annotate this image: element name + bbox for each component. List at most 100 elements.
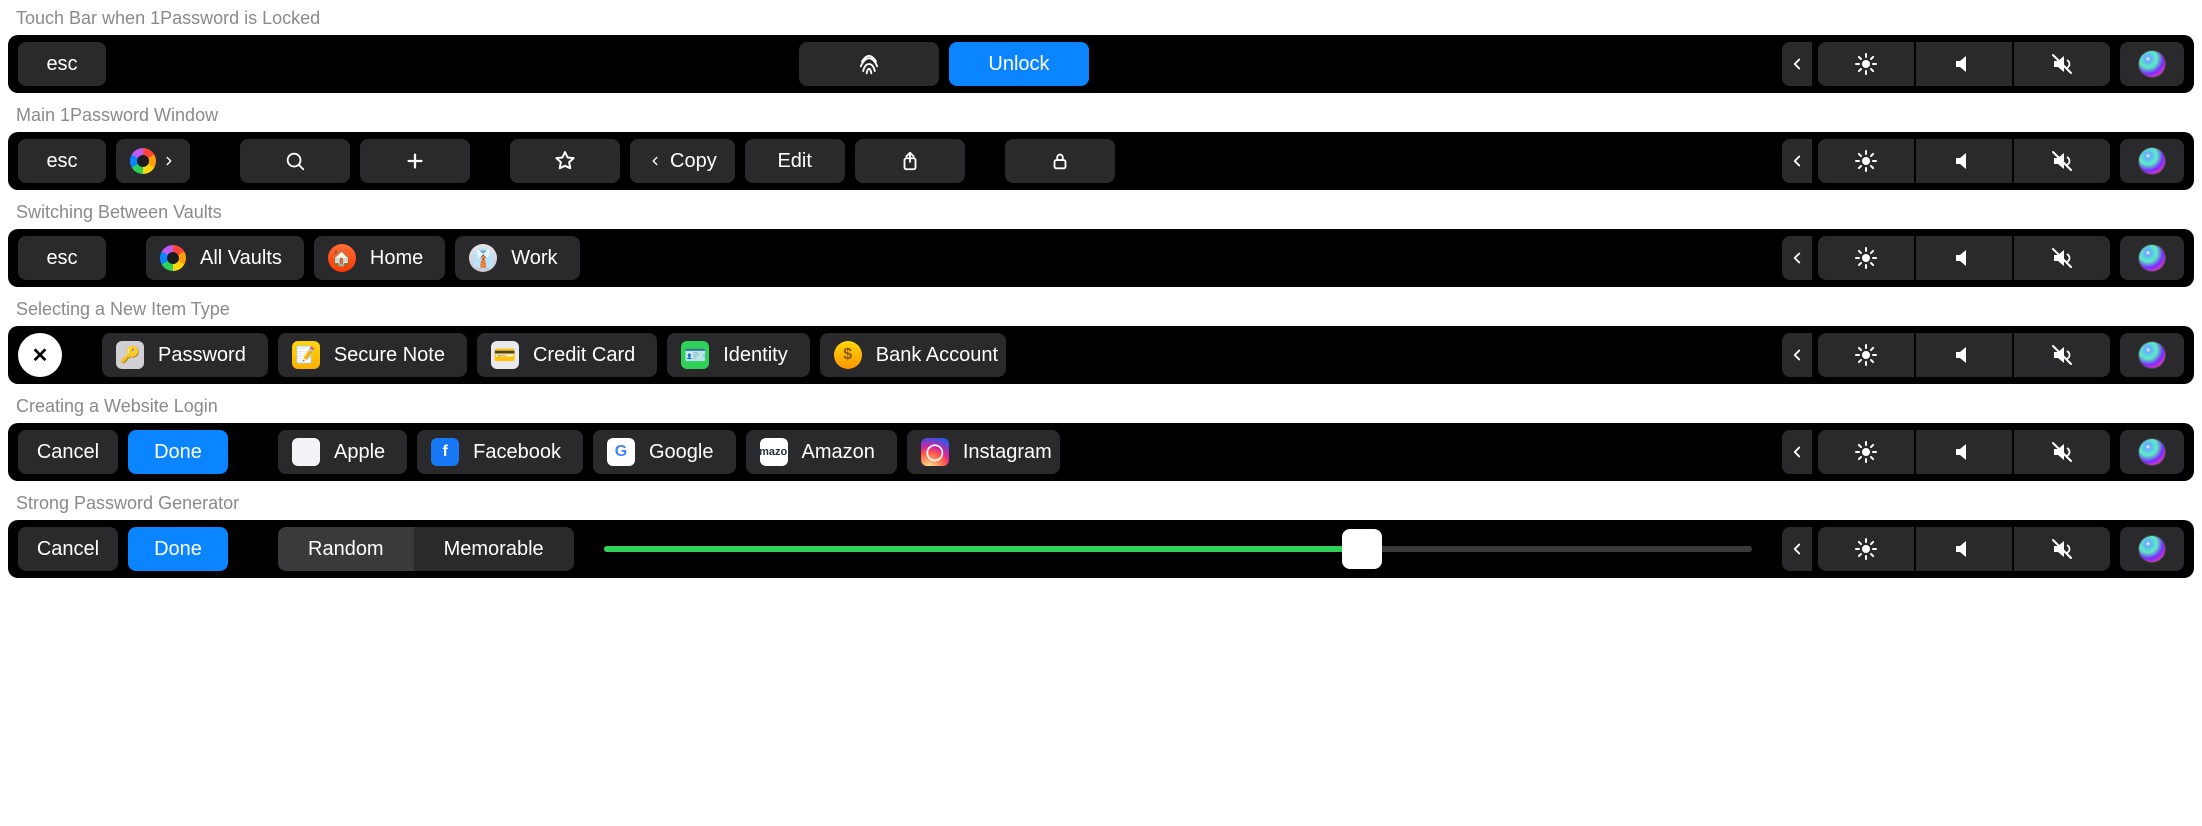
control-strip	[1782, 139, 2184, 183]
vault-all[interactable]: All Vaults	[146, 236, 304, 280]
google-icon: G	[607, 438, 635, 466]
brightness-button[interactable]	[1818, 42, 1914, 86]
newitem-identity[interactable]: 🪪 Identity	[667, 333, 809, 377]
control-strip-expand[interactable]	[1782, 236, 1812, 280]
siri-icon	[2139, 51, 2165, 77]
login-amazon[interactable]: amazon Amazon	[746, 430, 897, 474]
search-icon	[284, 150, 306, 172]
brightness-button[interactable]	[1818, 236, 1914, 280]
done-button[interactable]: Done	[128, 430, 228, 474]
vault-icon	[130, 148, 156, 174]
cancel-button[interactable]: Cancel	[18, 430, 118, 474]
volume-button[interactable]	[1916, 430, 2012, 474]
search-button[interactable]	[240, 139, 350, 183]
control-strip-expand[interactable]	[1782, 42, 1812, 86]
login-google[interactable]: G Google	[593, 430, 736, 474]
cancel-button[interactable]: Cancel	[18, 527, 118, 571]
vault-label: All Vaults	[200, 247, 282, 270]
brightness-button[interactable]	[1818, 333, 1914, 377]
siri-button[interactable]	[2120, 333, 2184, 377]
touchbar-locked: esc Unlock	[8, 35, 2194, 93]
slider-fill	[604, 546, 1362, 552]
note-icon: 📝	[292, 341, 320, 369]
vault-home[interactable]: 🏠 Home	[314, 236, 445, 280]
mute-button[interactable]	[2014, 430, 2110, 474]
touchid-button[interactable]	[799, 42, 939, 86]
volume-button[interactable]	[1916, 236, 2012, 280]
item-label: Identity	[723, 344, 787, 367]
newitem-creditcard[interactable]: 💳 Credit Card	[477, 333, 657, 377]
chevron-left-icon	[648, 154, 662, 168]
siri-icon	[2139, 245, 2165, 271]
favorite-button[interactable]	[510, 139, 620, 183]
brightness-button[interactable]	[1818, 139, 1914, 183]
esc-button[interactable]: esc	[18, 236, 106, 280]
login-instagram[interactable]: ◯ Instagram	[907, 430, 1060, 474]
login-facebook[interactable]: f Facebook	[417, 430, 583, 474]
star-icon	[553, 149, 577, 173]
edit-button[interactable]: Edit	[745, 139, 845, 183]
bank-icon: $	[834, 341, 862, 369]
control-strip	[1782, 527, 2184, 571]
site-label: Amazon	[802, 441, 875, 464]
brightness-button[interactable]	[1818, 527, 1914, 571]
newitem-securenote[interactable]: 📝 Secure Note	[278, 333, 467, 377]
section-label-login: Creating a Website Login	[0, 388, 2202, 423]
item-label: Credit Card	[533, 344, 635, 367]
slider-thumb[interactable]	[1342, 529, 1382, 569]
login-apple[interactable]: Apple	[278, 430, 407, 474]
mute-button[interactable]	[2014, 42, 2110, 86]
siri-button[interactable]	[2120, 139, 2184, 183]
amazon-icon: amazon	[760, 438, 788, 466]
share-icon	[899, 150, 921, 172]
site-label: Apple	[334, 441, 385, 464]
apple-icon	[292, 438, 320, 466]
brightness-button[interactable]	[1818, 430, 1914, 474]
siri-button[interactable]	[2120, 236, 2184, 280]
siri-button[interactable]	[2120, 42, 2184, 86]
touchbar-main: esc Copy Edit	[8, 132, 2194, 190]
siri-button[interactable]	[2120, 527, 2184, 571]
item-label: Password	[158, 344, 246, 367]
close-button[interactable]: ✕	[18, 333, 62, 377]
length-slider[interactable]	[584, 527, 1772, 571]
mute-button[interactable]	[2014, 139, 2110, 183]
slider-track	[604, 546, 1752, 552]
control-strip	[1782, 236, 2184, 280]
touchbar-vaults: esc All Vaults 🏠 Home 👔 Work	[8, 229, 2194, 287]
vault-switcher-button[interactable]	[116, 139, 190, 183]
site-label: Instagram	[963, 441, 1052, 464]
volume-button[interactable]	[1916, 42, 2012, 86]
done-button[interactable]: Done	[128, 527, 228, 571]
site-label: Facebook	[473, 441, 561, 464]
siri-button[interactable]	[2120, 430, 2184, 474]
plus-icon	[404, 150, 426, 172]
copy-button[interactable]: Copy	[630, 139, 735, 183]
mute-button[interactable]	[2014, 333, 2110, 377]
mute-button[interactable]	[2014, 527, 2110, 571]
volume-button[interactable]	[1916, 139, 2012, 183]
share-button[interactable]	[855, 139, 965, 183]
volume-button[interactable]	[1916, 527, 2012, 571]
section-label-main: Main 1Password Window	[0, 97, 2202, 132]
volume-button[interactable]	[1916, 333, 2012, 377]
esc-button[interactable]: esc	[18, 139, 106, 183]
control-strip-expand[interactable]	[1782, 139, 1812, 183]
unlock-button[interactable]: Unlock	[949, 42, 1089, 86]
control-strip-expand[interactable]	[1782, 333, 1812, 377]
seg-memorable[interactable]: Memorable	[414, 527, 574, 571]
mute-button[interactable]	[2014, 236, 2110, 280]
section-label-generator: Strong Password Generator	[0, 485, 2202, 520]
lock-button[interactable]	[1005, 139, 1115, 183]
control-strip-expand[interactable]	[1782, 430, 1812, 474]
identity-icon: 🪪	[681, 341, 709, 369]
newitem-password[interactable]: 🔑 Password	[102, 333, 268, 377]
newitem-bankaccount[interactable]: $ Bank Account	[820, 333, 1006, 377]
esc-button[interactable]: esc	[18, 42, 106, 86]
copy-label: Copy	[670, 150, 717, 173]
seg-random[interactable]: Random	[278, 527, 414, 571]
control-strip-expand[interactable]	[1782, 527, 1812, 571]
vault-work[interactable]: 👔 Work	[455, 236, 579, 280]
section-label-vaults: Switching Between Vaults	[0, 194, 2202, 229]
new-button[interactable]	[360, 139, 470, 183]
